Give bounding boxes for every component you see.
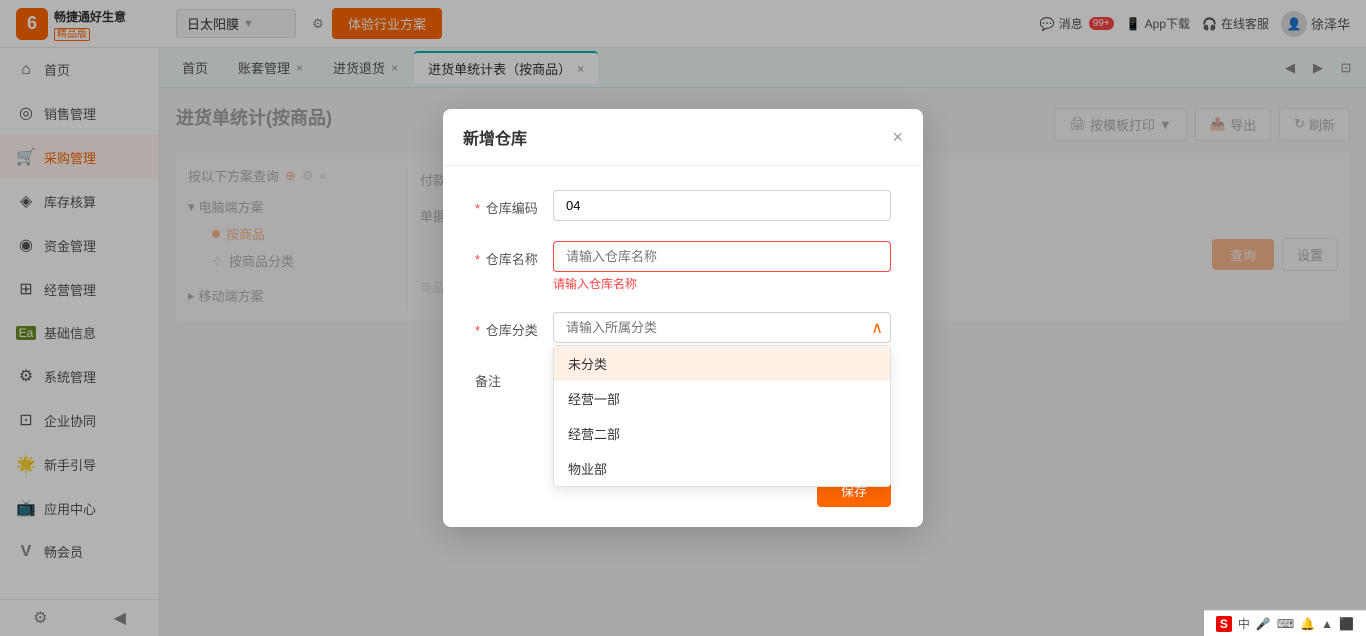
modal-notes-label: 备注 xyxy=(475,363,545,390)
dropdown-item-op2[interactable]: 经营二部 xyxy=(554,416,890,451)
name-error-msg: 请输入仓库名称 xyxy=(553,275,891,292)
warehouse-category-input[interactable] xyxy=(553,312,891,343)
warehouse-code-input[interactable] xyxy=(553,190,891,221)
modal-name-label: * 仓库名称 xyxy=(475,241,545,268)
modal-name-input-wrap: 请输入仓库名称 xyxy=(553,241,891,292)
modal-code-input-wrap xyxy=(553,190,891,221)
modal-code-label: * 仓库编码 xyxy=(475,190,545,217)
dropdown-item-property[interactable]: 物业部 xyxy=(554,451,890,486)
modal-close-btn[interactable]: × xyxy=(892,127,903,148)
new-warehouse-modal: 新增仓库 × * 仓库编码 xyxy=(443,109,923,527)
keyboard-icon[interactable]: ⌨ xyxy=(1277,617,1294,631)
warehouse-name-input[interactable] xyxy=(553,241,891,272)
status-bar: S 中 🎤 ⌨ 🔔 ▲ ⬛ xyxy=(1204,610,1366,636)
mic-icon[interactable]: 🎤 xyxy=(1256,617,1271,631)
select-up-icon[interactable]: ∧ xyxy=(871,318,883,338)
square-icon[interactable]: ⬛ xyxy=(1339,617,1354,631)
dropdown-item-uncategorized[interactable]: 未分类 xyxy=(554,346,890,381)
modal-category-row: * 仓库分类 ∧ 未分类 经营一部 经营二部 物业部 xyxy=(475,312,891,343)
dropdown-item-op1[interactable]: 经营一部 xyxy=(554,381,890,416)
lang-indicator: 中 xyxy=(1238,615,1250,632)
s-logo: S xyxy=(1216,616,1232,632)
modal-header: 新增仓库 × xyxy=(443,109,923,166)
content-area: 首页 账套管理 × 进货退货 × 进货单统计表（按商品） × ◀ ▶ ⊡ xyxy=(160,48,1366,636)
modal-body: * 仓库编码 * 仓库名称 xyxy=(443,166,923,462)
caret-icon[interactable]: ▲ xyxy=(1321,617,1333,631)
main-layout: ⌂ 首页 ◎ 销售管理 🛒 采购管理 ◈ 库存核算 ◉ 资金管理 ⊞ 经营管理 … xyxy=(0,48,1366,636)
modal-code-row: * 仓库编码 xyxy=(475,190,891,221)
modal-category-input-wrap: ∧ 未分类 经营一部 经营二部 物业部 xyxy=(553,312,891,343)
modal-name-row: * 仓库名称 请输入仓库名称 xyxy=(475,241,891,292)
modal-category-label: * 仓库分类 xyxy=(475,312,545,339)
modal-overlay: 新增仓库 × * 仓库编码 xyxy=(160,48,1366,636)
category-dropdown: 未分类 经营一部 经营二部 物业部 xyxy=(553,345,891,487)
modal-title: 新增仓库 xyxy=(463,125,527,149)
bell-icon[interactable]: 🔔 xyxy=(1300,617,1315,631)
